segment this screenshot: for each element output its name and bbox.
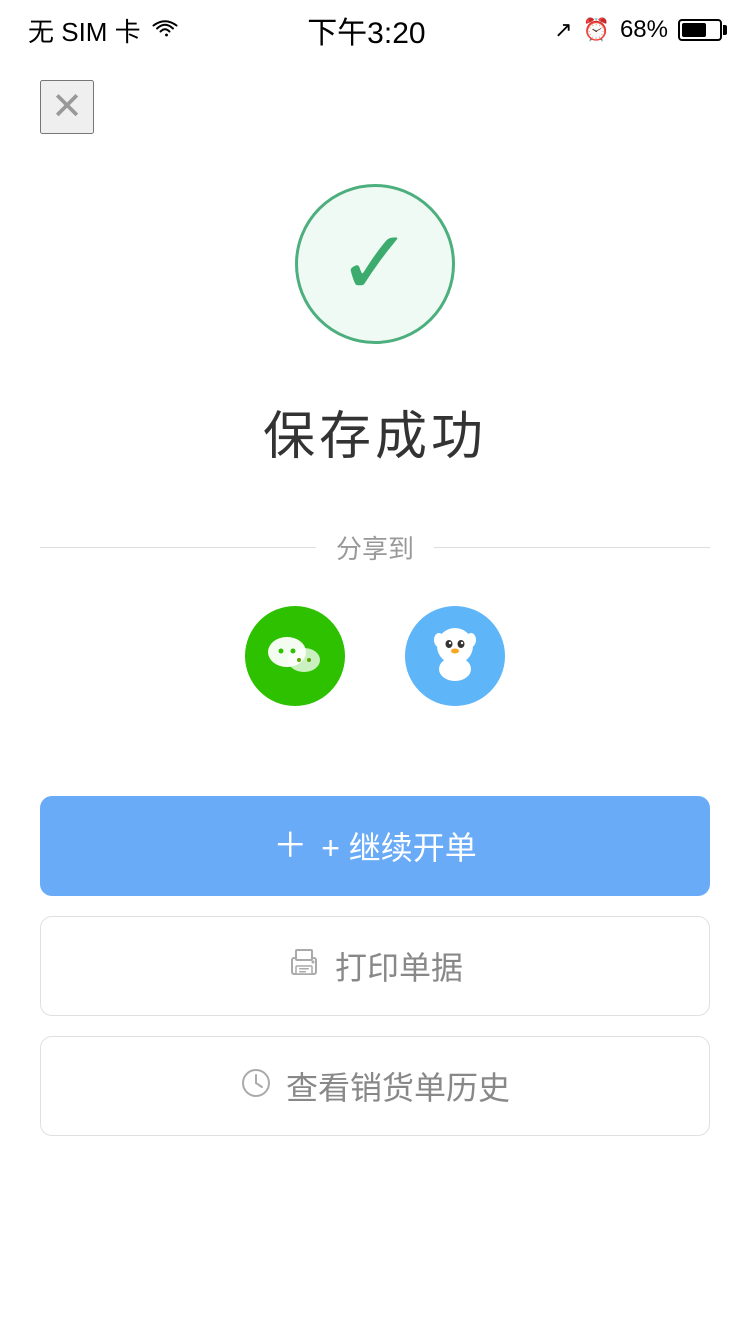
print-button[interactable]: 打印单据 xyxy=(40,916,710,1016)
alarm-icon: ⏰ xyxy=(583,17,610,43)
share-divider: 分享到 xyxy=(40,529,710,566)
continue-button[interactable]: ＋ + 继续开单 xyxy=(40,796,710,896)
location-icon: ↗ xyxy=(554,17,572,43)
divider-right xyxy=(434,547,710,548)
qq-share-button[interactable] xyxy=(405,606,505,706)
print-label: 打印单据 xyxy=(335,943,463,989)
status-right: ↗ ⏰ 68% xyxy=(554,16,722,44)
wechat-share-button[interactable] xyxy=(245,606,345,706)
wifi-icon xyxy=(151,15,179,46)
clock-icon xyxy=(240,1067,272,1105)
status-bar: 无 SIM 卡 下午3:20 ↗ ⏰ 68% xyxy=(0,0,750,60)
print-icon xyxy=(287,948,321,984)
checkmark-icon: ✓ xyxy=(337,219,412,309)
main-content: ✕ ✓ 保存成功 分享到 xyxy=(0,60,750,1136)
status-left: 无 SIM 卡 xyxy=(28,12,179,49)
buttons-section: ＋ + 继续开单 打印单据 xyxy=(40,796,710,1136)
status-time: 下午3:20 xyxy=(307,8,425,52)
plus-icon: ＋ xyxy=(273,829,307,863)
close-icon: ✕ xyxy=(51,88,83,126)
wechat-logo-icon xyxy=(266,630,324,682)
history-label: 查看销货单历史 xyxy=(286,1063,510,1109)
history-button[interactable]: 查看销货单历史 xyxy=(40,1036,710,1136)
success-title: 保存成功 xyxy=(263,394,487,469)
battery-percent: 68% xyxy=(620,16,668,44)
share-icons-row xyxy=(40,606,710,706)
carrier-text: 无 SIM 卡 xyxy=(28,12,141,49)
divider-left xyxy=(40,547,316,548)
continue-label: + 继续开单 xyxy=(321,823,477,869)
qq-logo-icon xyxy=(427,626,483,686)
success-icon-circle: ✓ xyxy=(295,184,455,344)
share-section: 分享到 xyxy=(40,529,710,706)
close-button[interactable]: ✕ xyxy=(40,80,94,134)
share-label: 分享到 xyxy=(336,529,414,566)
battery-indicator xyxy=(678,19,722,41)
